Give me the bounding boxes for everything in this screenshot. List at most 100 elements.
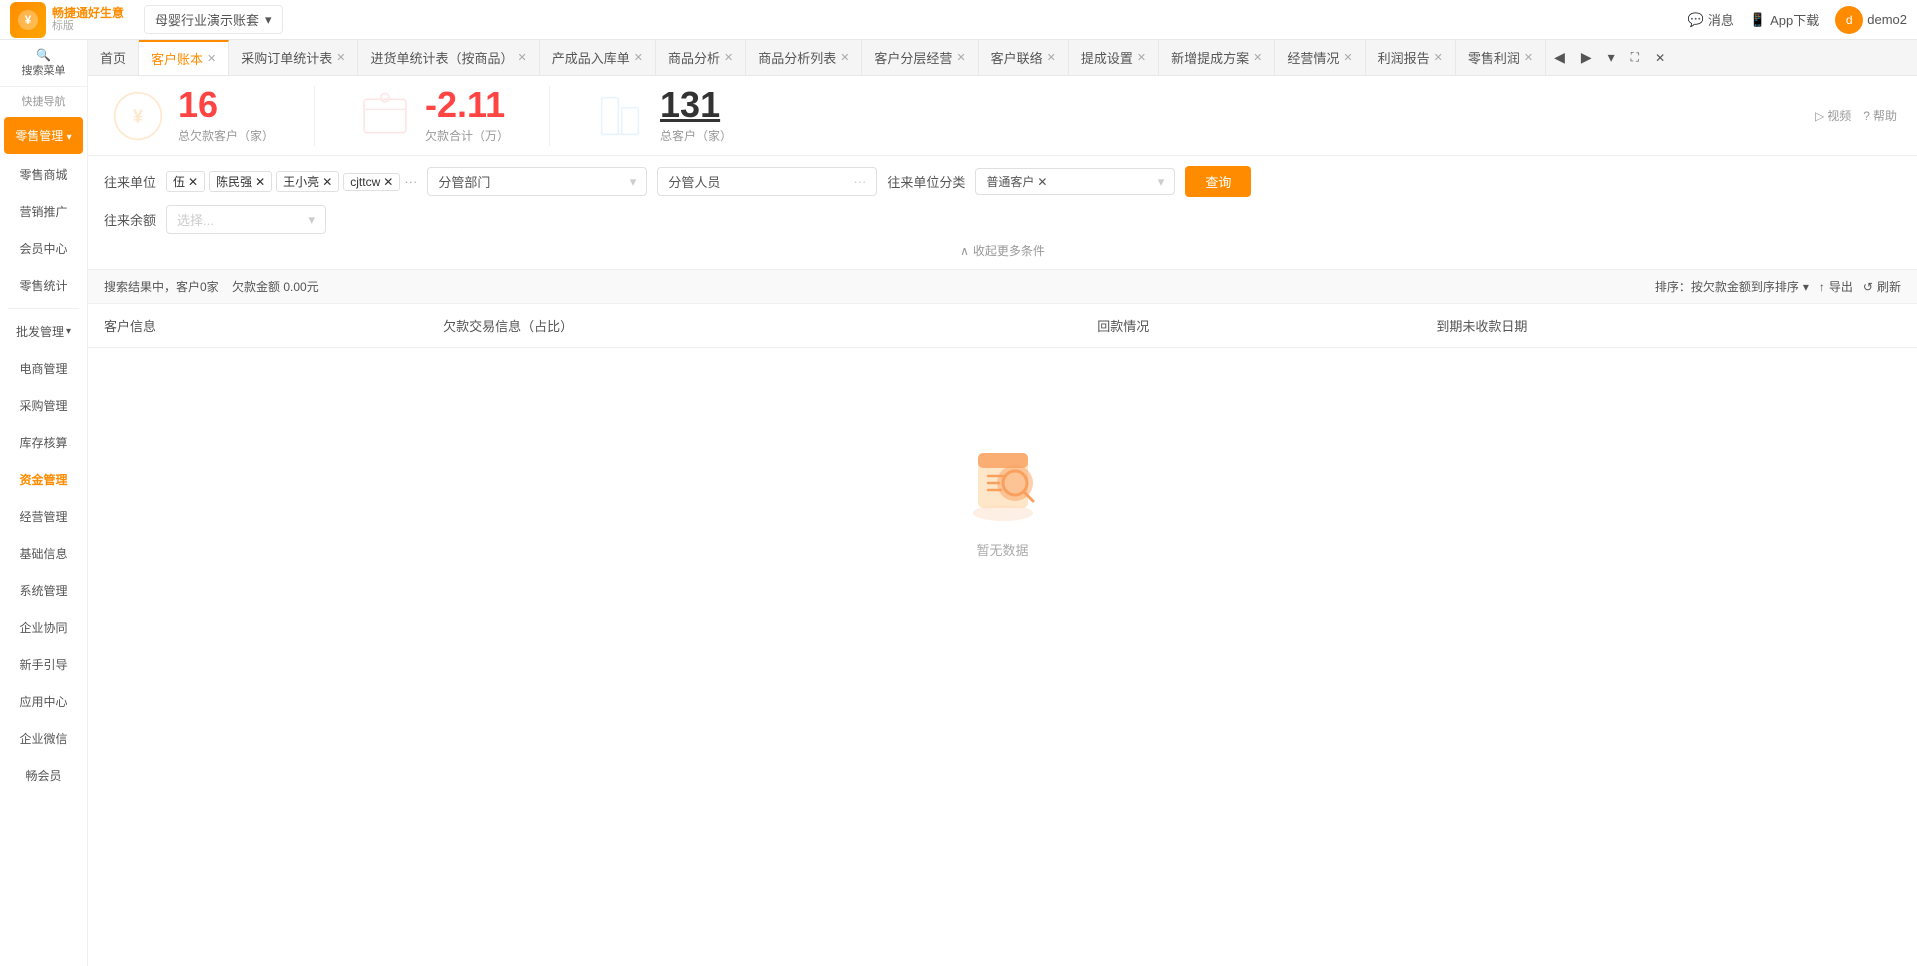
refresh-icon: ↺ bbox=[1863, 280, 1873, 294]
results-info: 搜索结果中，客户0家 欠款金额 0.00元 bbox=[104, 278, 319, 295]
close-tab-customer-contact[interactable]: ✕ bbox=[1047, 51, 1056, 64]
chevron-down-icon: ▾ bbox=[1803, 280, 1809, 294]
people-selector[interactable]: 分管人员 ··· bbox=[657, 167, 877, 196]
help-icon: ? bbox=[1863, 109, 1870, 123]
stat1-value: 16 bbox=[178, 87, 274, 123]
sidebar-item-basic-info[interactable]: 基础信息 bbox=[0, 535, 87, 572]
logo-area: ¥ 畅捷通好生意 标版 bbox=[10, 2, 124, 38]
sidebar-item-finance[interactable]: 资金管理 bbox=[0, 461, 87, 498]
close-tab-customer-segment[interactable]: ✕ bbox=[956, 51, 965, 64]
close-tab-goods-analysis[interactable]: ✕ bbox=[724, 51, 733, 64]
sort-select[interactable]: 排序：按欠款金额到序排序 ▾ bbox=[1655, 278, 1809, 295]
tab-close-all[interactable]: ✕ bbox=[1647, 51, 1673, 65]
tab-nav-left[interactable]: ◀ bbox=[1546, 49, 1573, 66]
tab-retail-profit[interactable]: 零售利润 ✕ bbox=[1456, 40, 1546, 76]
category-chevron: ▾ bbox=[1158, 174, 1165, 190]
company-selector[interactable]: 母婴行业演示账套 ▾ bbox=[144, 5, 283, 34]
filter-tags: 伍 ✕ 陈民强 ✕ 王小亮 ✕ bbox=[166, 171, 417, 192]
sidebar-item-member-center[interactable]: 会员中心 bbox=[0, 230, 87, 267]
tab-customer-segment[interactable]: 客户分层经营 ✕ bbox=[862, 40, 978, 76]
tab-customer-contact[interactable]: 客户联络 ✕ bbox=[979, 40, 1069, 76]
tab-profit-report[interactable]: 利润报告 ✕ bbox=[1366, 40, 1456, 76]
tab-bar: 首页 客户账本 ✕ 采购订单统计表 ✕ 进货单统计表（按商品） ✕ 产成品入库单… bbox=[88, 40, 1917, 76]
close-tab-tips-settings[interactable]: ✕ bbox=[1137, 51, 1146, 64]
remove-category-tag[interactable]: ✕ bbox=[1037, 175, 1047, 189]
dept-selector[interactable]: 分管部门 ▾ bbox=[427, 167, 647, 196]
sidebar-search[interactable]: 🔍 搜索菜单 bbox=[0, 40, 87, 87]
remove-tag-wang[interactable]: ✕ bbox=[322, 175, 332, 189]
sidebar-item-enterprise-coop[interactable]: 企业协同 bbox=[0, 609, 87, 646]
export-button[interactable]: ↑ 导出 bbox=[1819, 278, 1853, 295]
tab-new-tips[interactable]: 新增提成方案 ✕ bbox=[1159, 40, 1275, 76]
remove-tag-cjttcw[interactable]: ✕ bbox=[383, 175, 393, 189]
balance-selector[interactable]: 选择... ▾ bbox=[166, 205, 326, 234]
sidebar-item-wholesale[interactable]: 批发管理▾ bbox=[0, 313, 87, 350]
query-button[interactable]: 查询 bbox=[1185, 166, 1251, 197]
tab-purchase-stats[interactable]: 采购订单统计表 ✕ bbox=[229, 40, 358, 76]
tab-incoming-stats[interactable]: 进货单统计表（按商品） ✕ bbox=[358, 40, 539, 76]
tab-tips-settings[interactable]: 提成设置 ✕ bbox=[1069, 40, 1159, 76]
sidebar-item-member[interactable]: 畅会员 bbox=[0, 757, 87, 794]
sidebar-item-retail-stats[interactable]: 零售统计 bbox=[0, 267, 87, 304]
category-tag[interactable]: 普通客户 ✕ bbox=[986, 173, 1047, 190]
close-tab-profit-report[interactable]: ✕ bbox=[1434, 51, 1443, 64]
col-customer-info: 客户信息 bbox=[88, 304, 427, 348]
category-selector[interactable]: 普通客户 ✕ ▾ bbox=[975, 168, 1175, 195]
quick-nav[interactable]: 快捷导航 bbox=[0, 87, 87, 115]
stat1-icon: ¥ bbox=[108, 86, 168, 146]
close-tab-new-tips[interactable]: ✕ bbox=[1253, 51, 1262, 64]
filter-tag-chen[interactable]: 陈民强 ✕ bbox=[209, 171, 272, 192]
sort-label: 排序：按欠款金额到序排序 bbox=[1655, 278, 1799, 295]
close-tab-goods-analysis-list[interactable]: ✕ bbox=[840, 51, 849, 64]
sidebar-item-retail-mall[interactable]: 零售商城 bbox=[0, 156, 87, 193]
sidebar-item-app-center[interactable]: 应用中心 bbox=[0, 683, 87, 720]
close-tab-retail-profit[interactable]: ✕ bbox=[1524, 51, 1533, 64]
filter-tag-wu[interactable]: 伍 ✕ bbox=[166, 171, 205, 192]
tab-goods-analysis[interactable]: 商品分析 ✕ bbox=[656, 40, 746, 76]
sidebar-item-retail-mgmt[interactable]: 零售管理 ▾ bbox=[4, 117, 83, 154]
tab-goods-analysis-list[interactable]: 商品分析列表 ✕ bbox=[746, 40, 862, 76]
remove-tag-wu[interactable]: ✕ bbox=[188, 175, 198, 189]
sidebar-item-purchase[interactable]: 采购管理 bbox=[0, 387, 87, 424]
video-link[interactable]: ▷ 视频 bbox=[1815, 107, 1851, 124]
collapse-button[interactable]: ∧ 收起更多条件 bbox=[960, 242, 1045, 259]
tab-nav-right[interactable]: ▶ bbox=[1573, 49, 1600, 66]
message-button[interactable]: 💬 消息 bbox=[1688, 10, 1734, 29]
sidebar-item-ecommerce[interactable]: 电商管理 bbox=[0, 350, 87, 387]
collapse-row: ∧ 收起更多条件 bbox=[104, 242, 1901, 259]
sidebar-item-inventory[interactable]: 库存核算 bbox=[0, 424, 87, 461]
tab-menu[interactable]: ▾ bbox=[1600, 49, 1623, 66]
filter-more-btn[interactable]: ··· bbox=[404, 174, 417, 189]
close-tab-incoming-stats[interactable]: ✕ bbox=[518, 51, 527, 64]
close-tab-purchase-stats[interactable]: ✕ bbox=[336, 51, 345, 64]
sidebar-item-new-guide[interactable]: 新手引导 bbox=[0, 646, 87, 683]
tab-production[interactable]: 产成品入库单 ✕ bbox=[540, 40, 656, 76]
close-tab-production[interactable]: ✕ bbox=[634, 51, 643, 64]
sidebar-item-marketing[interactable]: 营销推广 bbox=[0, 193, 87, 230]
close-tab-customers[interactable]: ✕ bbox=[207, 52, 216, 65]
user-menu[interactable]: d demo2 bbox=[1835, 6, 1907, 34]
remove-tag-chen[interactable]: ✕ bbox=[255, 175, 265, 189]
stat3-value: 131 bbox=[660, 87, 732, 123]
stat2-value: -2.11 bbox=[425, 87, 509, 123]
close-tab-operations[interactable]: ✕ bbox=[1343, 51, 1352, 64]
unit-label: 往来单位 bbox=[104, 172, 156, 191]
content-area: 首页 客户账本 ✕ 采购订单统计表 ✕ 进货单统计表（按商品） ✕ 产成品入库单… bbox=[88, 40, 1917, 966]
filter-tag-cjttcw[interactable]: cjttcw ✕ bbox=[343, 173, 400, 191]
tab-customers[interactable]: 客户账本 ✕ bbox=[139, 40, 229, 76]
refresh-button[interactable]: ↺ 刷新 bbox=[1863, 278, 1901, 295]
sidebar-item-sys-mgmt[interactable]: 系统管理 bbox=[0, 572, 87, 609]
col-overdue-date: 到期未收款日期 bbox=[1420, 304, 1917, 348]
balance-label: 往来余额 bbox=[104, 210, 156, 229]
tab-operations[interactable]: 经营情况 ✕ bbox=[1275, 40, 1365, 76]
app-download-button[interactable]: 📱 App下载 bbox=[1750, 10, 1819, 29]
empty-icon bbox=[953, 428, 1053, 528]
filter-tag-wang[interactable]: 王小亮 ✕ bbox=[276, 171, 339, 192]
filter-row-1: 往来单位 伍 ✕ 陈民强 ✕ 王小亮 bbox=[104, 166, 1901, 197]
sidebar-item-enterprise-wechat[interactable]: 企业微信 bbox=[0, 720, 87, 757]
tab-maximize[interactable]: ⛶ bbox=[1623, 50, 1647, 65]
help-link[interactable]: ? 帮助 bbox=[1863, 107, 1897, 124]
sidebar-item-operations[interactable]: 经营管理 bbox=[0, 498, 87, 535]
top-bar-actions: 💬 消息 📱 App下载 d demo2 bbox=[1688, 6, 1907, 34]
tab-home[interactable]: 首页 bbox=[88, 40, 139, 76]
